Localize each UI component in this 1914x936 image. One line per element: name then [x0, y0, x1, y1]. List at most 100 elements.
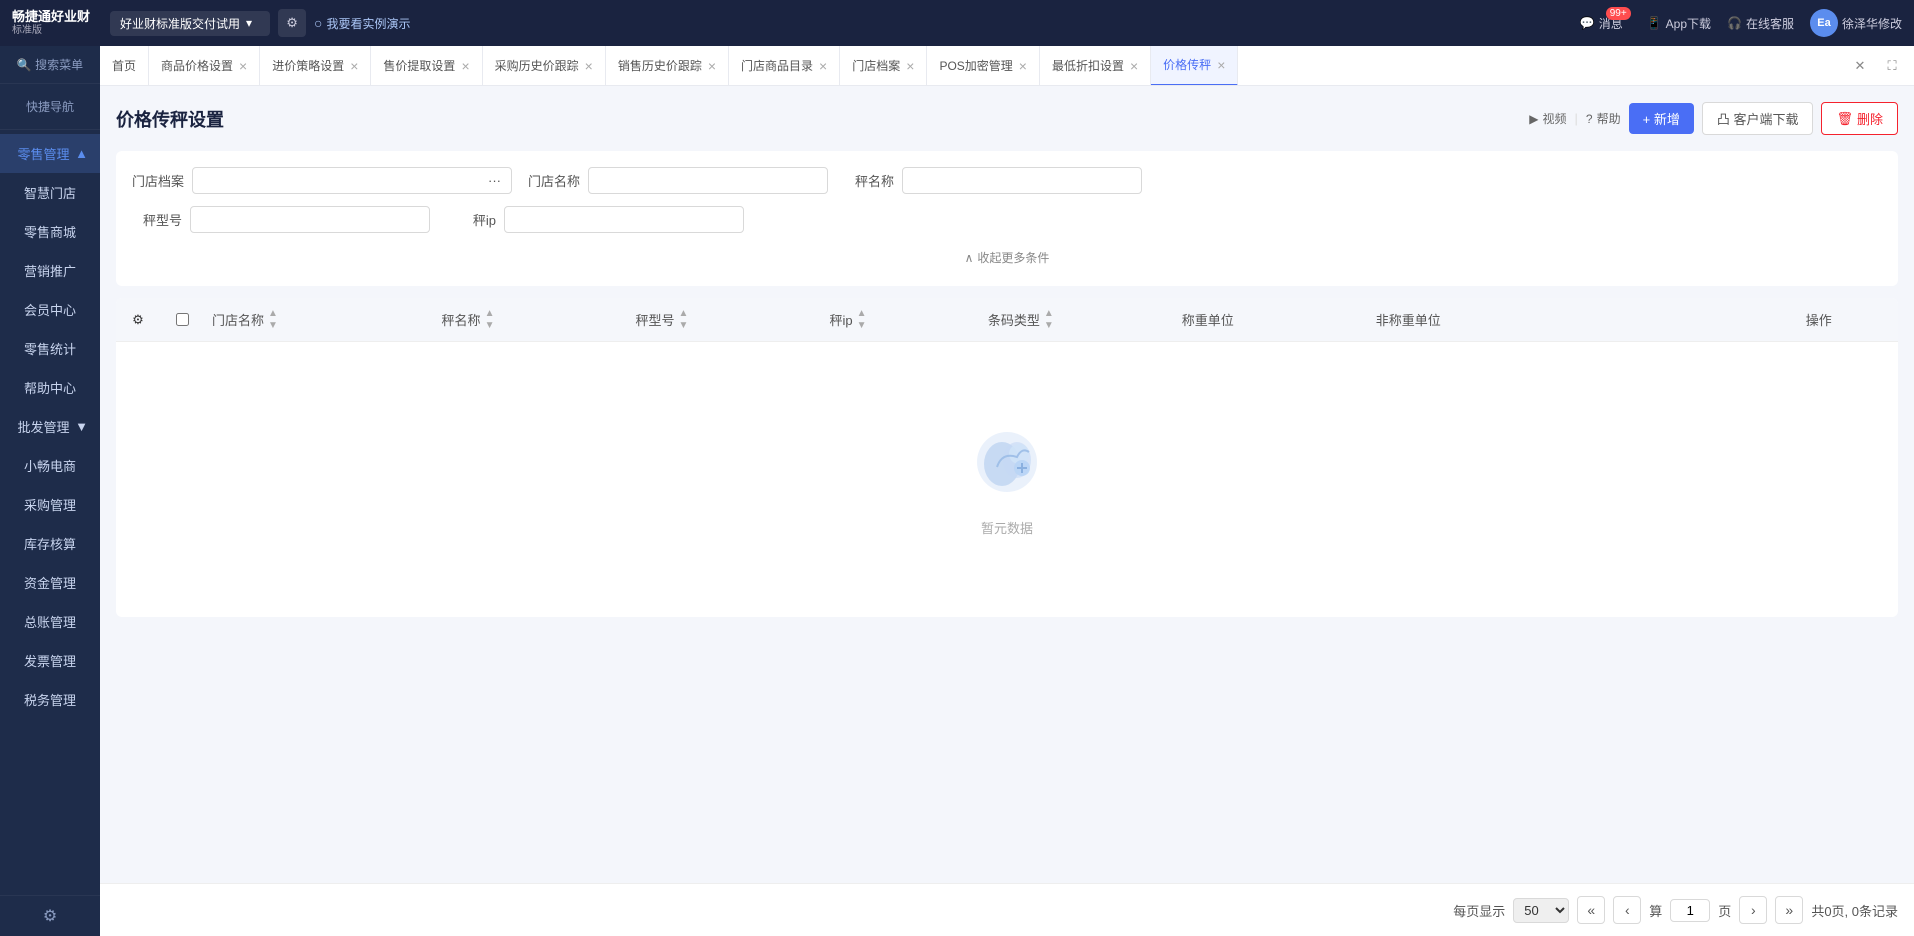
sidebar-item-label-smart: 智慧门店: [12, 183, 88, 202]
sidebar-item-inventory[interactable]: 库存核算: [0, 524, 100, 563]
tab-store-profile[interactable]: 门店档案 ×: [840, 46, 927, 86]
last-page-icon: »: [1785, 902, 1793, 918]
sidebar-item-general-ledger[interactable]: 总账管理: [0, 602, 100, 641]
tab-label-sale-history: 销售历史价跟踪: [618, 57, 702, 74]
table-settings-icon[interactable]: ⚙: [116, 312, 160, 328]
delete-button[interactable]: 🗑 删除: [1821, 102, 1898, 135]
col-header-scale-model[interactable]: 秤型号 ▲▼: [628, 308, 822, 331]
tab-close-purchase-history[interactable]: ×: [585, 59, 593, 73]
tab-close-purchase-strategy[interactable]: ×: [350, 59, 358, 73]
sidebar-nav-item-shortcut[interactable]: 快捷导航: [0, 90, 100, 123]
col-header-store-name[interactable]: 门店名称 ▲▼: [204, 308, 434, 331]
top-bar: 畅捷通好业财 标准版 好业财标准版交付试用 ▾ ⚙ ○ 我要看实例演示 💬 消息…: [0, 0, 1914, 46]
add-button[interactable]: + 新增: [1629, 103, 1694, 134]
sidebar-bottom: ⚙: [0, 895, 100, 936]
app-download-button[interactable]: 📱 App下载: [1647, 15, 1711, 32]
per-page-select[interactable]: 50 10 20 100: [1513, 898, 1569, 923]
scale-model-input[interactable]: [190, 206, 430, 233]
tab-close-store-profile[interactable]: ×: [906, 59, 914, 73]
tab-close-button[interactable]: ✕: [1846, 52, 1874, 80]
tab-close-sale-history[interactable]: ×: [708, 59, 716, 73]
sidebar-item-finance[interactable]: 资金管理: [0, 563, 100, 602]
col-label-non-weight-unit: 非称重单位: [1376, 310, 1441, 329]
page-input[interactable]: [1670, 899, 1710, 922]
tab-close-store-catalog[interactable]: ×: [819, 59, 827, 73]
select-all-checkbox[interactable]: [176, 313, 189, 326]
col-label-scale-model: 秤型号: [636, 310, 675, 329]
sidebar-item-label-member: 会员中心: [12, 300, 88, 319]
sidebar-item-label-help: 帮助中心: [12, 378, 88, 397]
sidebar-item-member-center[interactable]: 会员中心: [0, 290, 100, 329]
download-button[interactable]: 凸 客户端下载: [1702, 102, 1814, 135]
help-link[interactable]: ? 帮助: [1586, 110, 1621, 127]
sidebar-item-marketing[interactable]: 营销推广: [0, 251, 100, 290]
tab-price-scale[interactable]: 价格传秤 ×: [1151, 46, 1238, 86]
sidebar-settings-icon[interactable]: ⚙: [43, 906, 57, 926]
tab-expand-button[interactable]: ⛶: [1878, 52, 1906, 80]
demo-link[interactable]: ○ 我要看实例演示: [314, 15, 410, 32]
tab-purchase-history[interactable]: 采购历史价跟踪 ×: [483, 46, 606, 86]
col-header-non-weight-unit[interactable]: 非称重单位: [1368, 310, 1740, 329]
tab-sale-history[interactable]: 销售历史价跟踪 ×: [606, 46, 729, 86]
next-page-button[interactable]: ›: [1739, 896, 1767, 924]
sidebar-item-retail-stats[interactable]: 零售统计: [0, 329, 100, 368]
tab-purchase-strategy[interactable]: 进价策略设置 ×: [260, 46, 371, 86]
last-page-button[interactable]: »: [1775, 896, 1803, 924]
sort-icon-scale-name: ▲▼: [485, 308, 495, 331]
tab-home[interactable]: 首页: [100, 46, 149, 86]
col-header-barcode-type[interactable]: 条码类型 ▲▼: [980, 308, 1174, 331]
logo-area: 畅捷通好业财 标准版: [12, 9, 90, 37]
tab-close-pos[interactable]: ×: [1019, 59, 1027, 73]
collapse-button[interactable]: ∧ 收起更多条件: [132, 245, 1882, 270]
sidebar-item-label-finance: 资金管理: [12, 573, 88, 592]
page-suffix: 页: [1718, 901, 1731, 920]
message-button[interactable]: 💬 消息 99+: [1580, 15, 1623, 32]
store-profile-selector[interactable]: ···: [192, 167, 512, 194]
prev-page-button[interactable]: ‹: [1613, 896, 1641, 924]
demo-circle-icon: ○: [314, 15, 322, 31]
scale-ip-input[interactable]: [504, 206, 744, 233]
col-header-scale-ip[interactable]: 秤ip ▲▼: [821, 308, 979, 331]
delete-icon: 🗑: [1836, 111, 1853, 127]
sidebar-item-retail-management[interactable]: 零售管理 ▲: [0, 134, 100, 173]
online-service-button[interactable]: 🎧 在线客服: [1727, 15, 1794, 32]
user-menu[interactable]: Ea 徐泽华修改: [1810, 9, 1902, 37]
tab-price-settings[interactable]: 商品价格设置 ×: [149, 46, 260, 86]
video-link[interactable]: ▶ 视频: [1529, 110, 1566, 127]
first-page-button[interactable]: «: [1577, 896, 1605, 924]
tab-label-purchase-strategy: 进价策略设置: [272, 57, 344, 74]
table-area: ⚙ 门店名称 ▲▼ 秤名称 ▲▼ 秤型号: [116, 298, 1898, 617]
tab-close-price-settings[interactable]: ×: [239, 59, 247, 73]
settings-icon[interactable]: ⚙: [278, 9, 306, 37]
tab-close-min-discount[interactable]: ×: [1130, 59, 1138, 73]
sidebar-item-help-center[interactable]: 帮助中心: [0, 368, 100, 407]
table-select-all[interactable]: [160, 313, 204, 326]
per-page-label: 每页显示: [1453, 901, 1505, 920]
filter-store-profile-label: 门店档案: [132, 171, 184, 190]
col-header-weight-unit[interactable]: 称重单位: [1174, 310, 1368, 329]
sidebar-item-purchase[interactable]: 采购管理: [0, 485, 100, 524]
delete-label: 删除: [1857, 109, 1883, 128]
tab-close-price-scale[interactable]: ×: [1217, 58, 1225, 72]
store-name-input[interactable]: [588, 167, 828, 194]
sidebar-search[interactable]: 🔍 搜索菜单: [0, 46, 100, 84]
tab-close-sale-price[interactable]: ×: [461, 59, 469, 73]
sidebar-item-ecommerce[interactable]: 小畅电商: [0, 446, 100, 485]
sidebar-item-tax[interactable]: 税务管理: [0, 680, 100, 719]
sort-icon-scale-model: ▲▼: [679, 308, 689, 331]
tab-pos-management[interactable]: POS加密管理 ×: [927, 46, 1040, 86]
col-label-operation: 操作: [1806, 310, 1832, 329]
tab-label-store-profile: 门店档案: [852, 57, 900, 74]
sidebar-item-invoice[interactable]: 发票管理: [0, 641, 100, 680]
tab-sale-price[interactable]: 售价提取设置 ×: [371, 46, 482, 86]
sidebar-item-label-marketing: 营销推广: [12, 261, 88, 280]
app-download-label: App下载: [1666, 15, 1711, 32]
tab-store-catalog[interactable]: 门店商品目录 ×: [729, 46, 840, 86]
sidebar-item-smart-store[interactable]: 智慧门店: [0, 173, 100, 212]
tab-min-discount[interactable]: 最低折扣设置 ×: [1040, 46, 1151, 86]
col-header-scale-name[interactable]: 秤名称 ▲▼: [434, 308, 628, 331]
scale-name-input[interactable]: [902, 167, 1142, 194]
version-selector[interactable]: 好业财标准版交付试用 ▾: [110, 11, 270, 36]
sidebar-item-retail-mall[interactable]: 零售商城: [0, 212, 100, 251]
sidebar-item-wholesale[interactable]: 批发管理 ▼: [0, 407, 100, 446]
